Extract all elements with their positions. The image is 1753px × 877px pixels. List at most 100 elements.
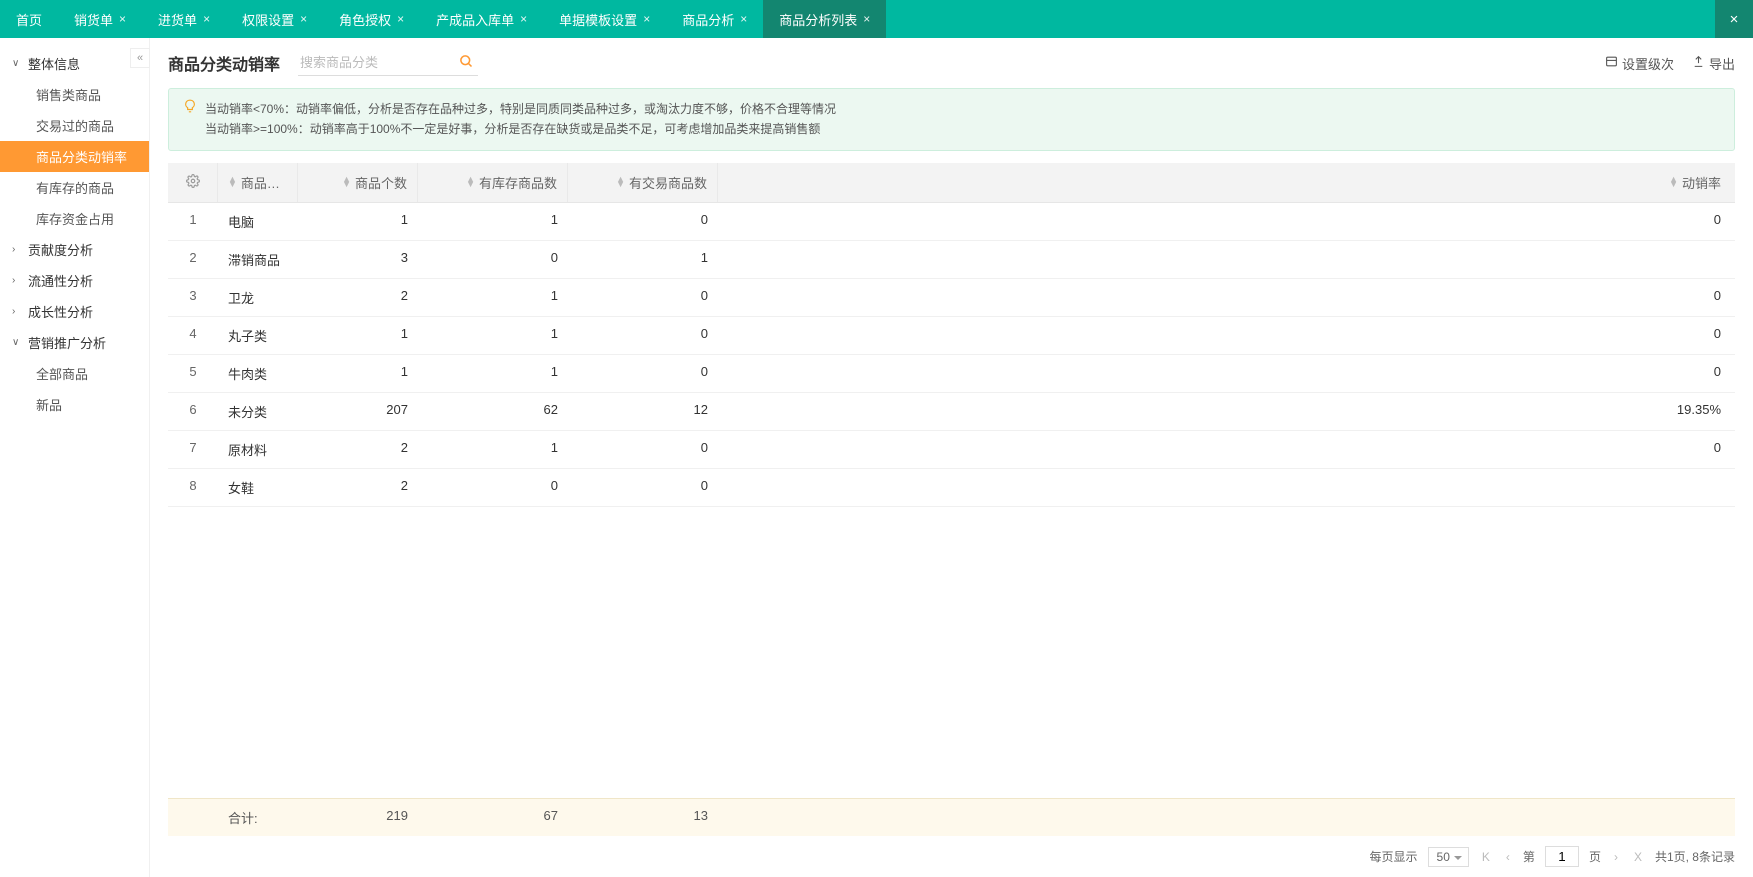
sidebar-item[interactable]: 商品分类动销率 <box>0 141 149 172</box>
top-tab[interactable]: 商品分析 × <box>666 0 763 38</box>
table-body: 1电脑11002滞销商品3013卫龙21004丸子类11005牛肉类11006未… <box>168 203 1735 798</box>
top-tab-bar: 首页销货单×进货单×权限设置×角色授权×产成品入库单×单据模板设置×商品分析×商… <box>0 0 1753 38</box>
last-page-button[interactable]: X <box>1631 850 1645 864</box>
table-row[interactable]: 3卫龙2100 <box>168 279 1735 317</box>
table-row[interactable]: 7原材料2100 <box>168 431 1735 469</box>
col-header-name[interactable]: ▲▼商品… <box>218 163 298 202</box>
cell-rate: 19.35% <box>718 393 1735 430</box>
tab-label: 商品分析列表 <box>779 10 857 29</box>
cell-rate: 0 <box>718 431 1735 468</box>
close-icon[interactable]: × <box>863 12 870 26</box>
tab-label: 商品分析 <box>682 10 734 29</box>
first-page-button[interactable]: K <box>1479 850 1493 864</box>
chevron-down-icon: ∨ <box>12 58 22 69</box>
close-icon[interactable]: × <box>397 12 404 26</box>
cell-count: 3 <box>298 241 418 278</box>
data-table: ▲▼商品… ▲▼商品个数 ▲▼有库存商品数 ▲▼有交易商品数 ▲▼动销率 1电脑… <box>168 163 1735 798</box>
col-header-stock[interactable]: ▲▼有库存商品数 <box>418 163 568 202</box>
close-icon[interactable]: × <box>643 12 650 26</box>
cell-stock: 1 <box>418 317 568 354</box>
table-settings-cell[interactable] <box>168 163 218 202</box>
sidebar-group-title[interactable]: ›贡献度分析 <box>0 234 149 265</box>
top-tab[interactable]: 产成品入库单 × <box>420 0 543 38</box>
sidebar-item[interactable]: 有库存的商品 <box>0 172 149 203</box>
cell-count: 1 <box>298 317 418 354</box>
table-row[interactable]: 5牛肉类1100 <box>168 355 1735 393</box>
close-all-tabs-button[interactable]: × <box>1715 0 1753 38</box>
page-prefix: 第 <box>1523 848 1535 865</box>
sidebar-collapse-button[interactable]: « <box>130 48 150 68</box>
sidebar-group-label: 营销推广分析 <box>28 333 106 352</box>
close-icon[interactable]: × <box>300 12 307 26</box>
col-header-rate[interactable]: ▲▼动销率 <box>718 163 1735 202</box>
sidebar-group-title[interactable]: ›流通性分析 <box>0 265 149 296</box>
page-input[interactable] <box>1545 846 1579 867</box>
search-icon[interactable] <box>459 54 474 73</box>
sidebar-group-title[interactable]: ›成长性分析 <box>0 296 149 327</box>
page-suffix: 页 <box>1589 848 1601 865</box>
close-icon[interactable]: × <box>740 12 747 26</box>
tab-label: 产成品入库单 <box>436 10 514 29</box>
top-tab[interactable]: 角色授权× <box>323 0 420 38</box>
table-row[interactable]: 2滞销商品301 <box>168 241 1735 279</box>
close-icon[interactable]: × <box>203 12 210 26</box>
table-row[interactable]: 8女鞋200 <box>168 469 1735 507</box>
tab-label: 权限设置 <box>242 10 294 29</box>
cell-stock: 62 <box>418 393 568 430</box>
cell-count: 1 <box>298 355 418 392</box>
cell-name: 牛肉类 <box>218 355 298 392</box>
sidebar-item[interactable]: 全部商品 <box>0 358 149 389</box>
cell-rate: 0 <box>718 279 1735 316</box>
footer-count: 219 <box>298 799 418 836</box>
col-header-trade[interactable]: ▲▼有交易商品数 <box>568 163 718 202</box>
cell-trade: 0 <box>568 317 718 354</box>
cell-idx: 6 <box>168 393 218 430</box>
cell-idx: 3 <box>168 279 218 316</box>
top-tab[interactable]: 首页 <box>0 0 58 38</box>
sidebar-item[interactable]: 销售类商品 <box>0 79 149 110</box>
cell-name: 电脑 <box>218 203 298 240</box>
tip-line-1: 当动销率<70%：动销率偏低，分析是否存在品种过多，特别是同质同类品种过多，或淘… <box>205 99 836 119</box>
chevron-down-icon: ∨ <box>12 337 22 348</box>
per-page-label: 每页显示 <box>1370 848 1418 865</box>
sidebar-item[interactable]: 新品 <box>0 389 149 420</box>
top-tab[interactable]: 商品分析列表 × <box>763 0 886 38</box>
cell-trade: 0 <box>568 431 718 468</box>
cell-count: 2 <box>298 431 418 468</box>
prev-page-button[interactable]: ‹ <box>1503 850 1513 864</box>
table-row[interactable]: 4丸子类1100 <box>168 317 1735 355</box>
sidebar-group-label: 流通性分析 <box>28 271 93 290</box>
export-button[interactable]: 导出 <box>1692 54 1735 73</box>
tab-label: 首页 <box>16 10 42 29</box>
sort-icon: ▲▼ <box>342 177 351 187</box>
tab-label: 单据模板设置 <box>559 10 637 29</box>
cell-idx: 4 <box>168 317 218 354</box>
top-tab[interactable]: 销货单× <box>58 0 142 38</box>
col-header-count[interactable]: ▲▼商品个数 <box>298 163 418 202</box>
footer-trade: 13 <box>568 799 718 836</box>
sidebar-item[interactable]: 交易过的商品 <box>0 110 149 141</box>
top-tab[interactable]: 单据模板设置 × <box>543 0 666 38</box>
sidebar-group-title[interactable]: ∨ 营销推广分析 <box>0 327 149 358</box>
cell-idx: 5 <box>168 355 218 392</box>
tip-box: 当动销率<70%：动销率偏低，分析是否存在品种过多，特别是同质同类品种过多，或淘… <box>168 88 1735 151</box>
top-tab[interactable]: 进货单× <box>142 0 226 38</box>
close-icon[interactable]: × <box>520 12 527 26</box>
set-level-label: 设置级次 <box>1622 54 1674 73</box>
search-input[interactable] <box>298 50 478 76</box>
cell-trade: 12 <box>568 393 718 430</box>
page-size-select[interactable]: 50 <box>1428 847 1469 867</box>
page-title: 商品分类动销率 <box>168 51 280 75</box>
sidebar-item[interactable]: 库存资金占用 <box>0 203 149 234</box>
sidebar-group-title[interactable]: ∨ 整体信息 <box>0 48 149 79</box>
table-row[interactable]: 1电脑1100 <box>168 203 1735 241</box>
set-level-button[interactable]: 设置级次 <box>1605 54 1674 73</box>
sidebar-group-label: 整体信息 <box>28 54 80 73</box>
chevron-left-double-icon: « <box>137 52 143 64</box>
table-row[interactable]: 6未分类207621219.35% <box>168 393 1735 431</box>
lightbulb-icon <box>183 99 197 140</box>
close-icon[interactable]: × <box>119 12 126 26</box>
top-tab[interactable]: 权限设置 × <box>226 0 323 38</box>
tip-line-2: 当动销率>=100%：动销率高于100%不一定是好事，分析是否存在缺货或是品类不… <box>205 119 836 139</box>
next-page-button[interactable]: › <box>1611 850 1621 864</box>
